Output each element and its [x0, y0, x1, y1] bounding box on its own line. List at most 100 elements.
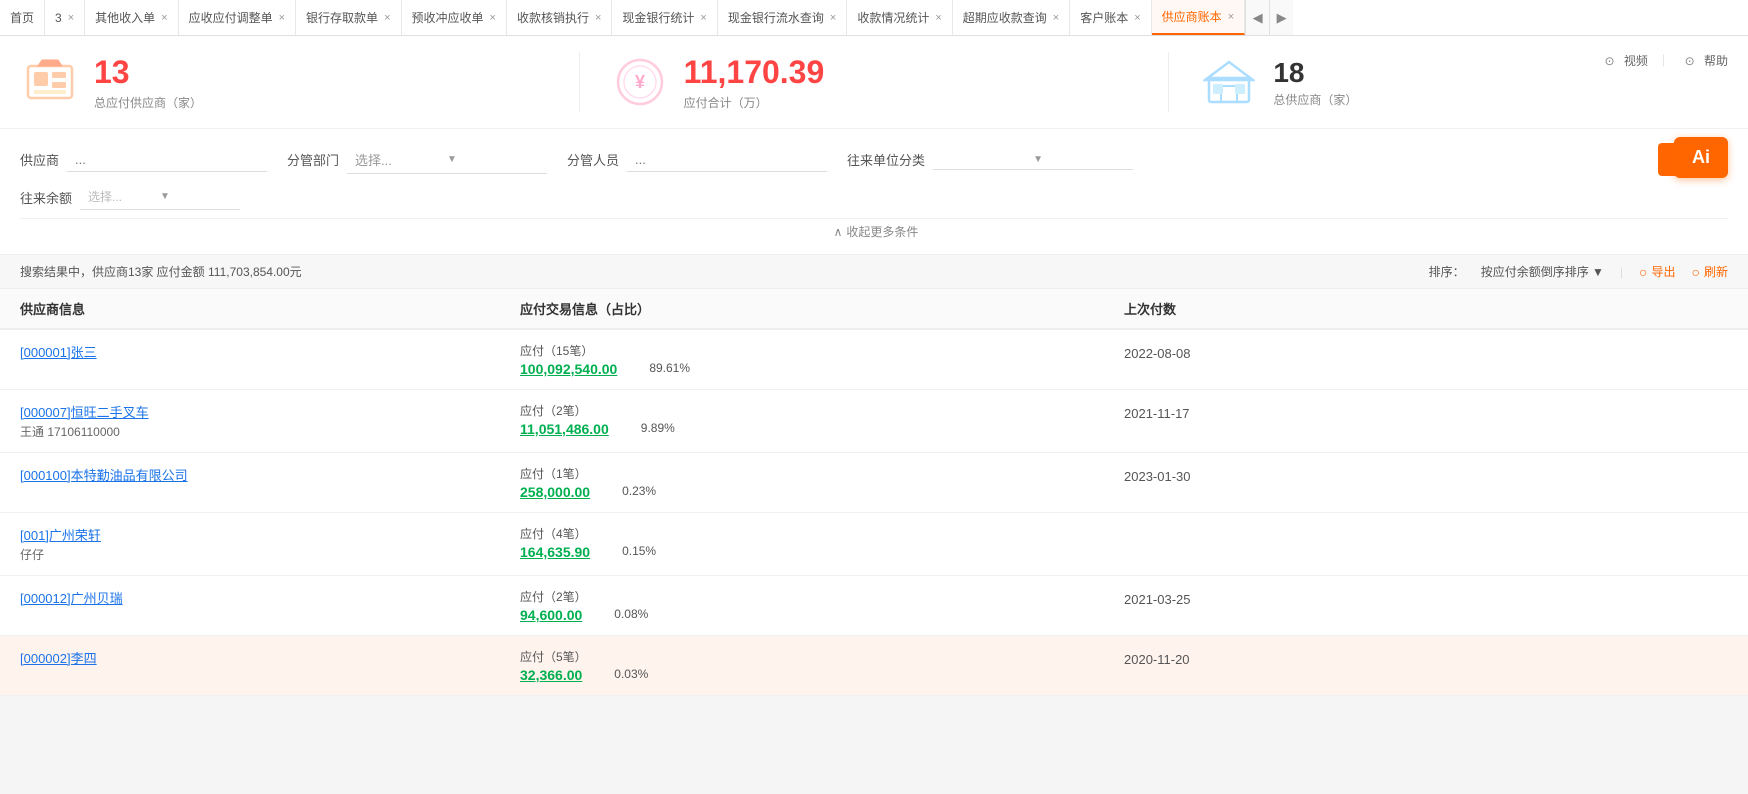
txn-amount-1[interactable]: 100,092,540.00 [520, 361, 617, 377]
amount-icon: ¥ [610, 52, 670, 112]
export-button[interactable]: ○ 导出 [1639, 263, 1675, 280]
supplier-link-3[interactable]: [000100]本特勤油品有限公司 [20, 465, 520, 484]
help-link[interactable]: 帮助 [1704, 54, 1728, 68]
nav-tab-advance-receive[interactable]: 预收冲应收单 × [402, 0, 507, 35]
collapse-label: 收起更多条件 [846, 223, 918, 240]
category-filter-select[interactable]: ▼ [933, 150, 1133, 170]
summary-value-total: 18 [1273, 56, 1357, 90]
col-header-lastpay: 上次付数 [1124, 299, 1728, 318]
nav-tab-advance-receive-close[interactable]: × [490, 12, 496, 24]
last-pay-2: 2021-11-17 [1124, 402, 1728, 421]
refresh-button[interactable]: ○ 刷新 [1692, 263, 1728, 280]
person-filter-input[interactable] [627, 148, 827, 172]
nav-tab-supplier-book[interactable]: 供应商账本 × [1152, 0, 1245, 35]
txn-percent-6: 0.03% [614, 667, 648, 681]
txn-label-1: 应付（15笔） [520, 342, 690, 359]
txn-percent-4: 0.15% [622, 544, 656, 558]
nav-tab-receipt-verify-label: 收款核销执行 [517, 9, 589, 26]
nav-tab-ar-ap-adjust-close[interactable]: × [279, 12, 285, 24]
filter-dept: 分管部门 选择... ▼ [287, 146, 547, 174]
nav-tab-3-close[interactable]: × [68, 12, 74, 24]
category-filter-label: 往来单位分类 [847, 150, 925, 169]
filter-category: 往来单位分类 ▼ [847, 150, 1133, 170]
circle-icon-2: ⊙ [1685, 54, 1695, 68]
summary-item-suppliers: 13 总应付供应商（家） [20, 52, 549, 112]
nav-prev-arrow[interactable]: ◀ [1245, 0, 1269, 36]
txn-label-5: 应付（2笔） [520, 588, 1124, 605]
nav-tab-other-income[interactable]: 其他收入单 × [85, 0, 178, 35]
txn-amount-3[interactable]: 258,000.00 [520, 484, 590, 500]
supplier-cell-3: [000100]本特勤油品有限公司 [20, 465, 520, 484]
supplier-link-2[interactable]: [000007]恒旺二手叉车 [20, 402, 520, 421]
table-area: 供应商信息 应付交易信息（占比） 上次付数 [000001]张三 应付（15笔）… [0, 289, 1748, 696]
filter-area: 供应商 分管部门 选择... ▼ 分管人员 往来单位分类 ▼ 查询 往来余额 [0, 129, 1748, 255]
nav-tab-customer-book[interactable]: 客户账本 × [1070, 0, 1151, 35]
txn-amount-2[interactable]: 11,051,486.00 [520, 421, 609, 437]
nav-tab-receipt-stat-label: 收款情况统计 [857, 9, 929, 26]
supplier-link-6[interactable]: [000002]李四 [20, 648, 520, 667]
txn-percent-2: 9.89% [641, 421, 675, 435]
balance-filter-label: 往来余额 [20, 188, 72, 207]
nav-next-arrow[interactable]: ▶ [1269, 0, 1293, 36]
supplier-cell-1: [000001]张三 [20, 342, 520, 361]
nav-tab-other-income-close[interactable]: × [161, 12, 167, 24]
nav-tab-receipt-stat-close[interactable]: × [935, 12, 941, 24]
nav-tab-3[interactable]: 3 × [45, 0, 85, 35]
nav-tab-overdue-ar-close[interactable]: × [1053, 12, 1059, 24]
collapse-arrow-icon: ∧ [834, 225, 843, 239]
supplier-cell-2: [000007]恒旺二手叉车 王通 17106110000 [20, 402, 520, 440]
txn-percent-1: 89.61% [649, 361, 690, 375]
collapse-button[interactable]: ∧ 收起更多条件 [20, 218, 1728, 244]
ai-button[interactable]: Ai [1674, 137, 1728, 178]
txn-amount-5[interactable]: 94,600.00 [520, 607, 582, 623]
summary-label-amount: 应付合计（万） [684, 94, 825, 111]
supplier-sub-2: 王通 17106110000 [20, 423, 520, 440]
video-link[interactable]: 视频 [1624, 54, 1648, 68]
nav-tab-bank-deposit-close[interactable]: × [384, 12, 390, 24]
supplier-cell-6: [000002]李四 [20, 648, 520, 667]
nav-tab-ar-ap-adjust[interactable]: 应收应付调整单 × [179, 0, 296, 35]
nav-tab-home[interactable]: 首页 [0, 0, 45, 35]
table-header: 供应商信息 应付交易信息（占比） 上次付数 [0, 289, 1748, 330]
summary-text-suppliers: 13 总应付供应商（家） [94, 53, 202, 110]
sort-button[interactable]: 按应付余额倒序排序 ▼ [1481, 263, 1604, 280]
summary-text-amount: 11,170.39 应付合计（万） [684, 53, 825, 110]
nav-tab-cash-stat[interactable]: 现金银行统计 × [612, 0, 717, 35]
last-pay-1: 2022-08-08 [1124, 342, 1728, 361]
table-row: [000001]张三 应付（15笔） 100,092,540.00 89.61%… [0, 330, 1748, 390]
nav-tab-overdue-ar-label: 超期应收款查询 [963, 9, 1047, 26]
balance-filter-select[interactable]: 选择... ▼ [80, 184, 240, 210]
supplier-link-5[interactable]: [000012]广州贝瑞 [20, 588, 520, 607]
nav-tab-receipt-verify[interactable]: 收款核销执行 × [507, 0, 612, 35]
nav-tab-supplier-book-close[interactable]: × [1228, 11, 1234, 23]
txn-label-4: 应付（4笔） [520, 525, 1124, 542]
table-body: [000001]张三 应付（15笔） 100,092,540.00 89.61%… [0, 330, 1748, 696]
nav-tab-bank-deposit[interactable]: 银行存取款单 × [296, 0, 401, 35]
txn-cell-6: 应付（5笔） 32,366.00 0.03% [520, 648, 1124, 683]
result-bar: 搜索结果中，供应商13家 应付金额 111,703,854.00元 排序： 按应… [0, 255, 1748, 289]
nav-tab-receipt-verify-close[interactable]: × [595, 12, 601, 24]
txn-label-3: 应付（1笔） [520, 465, 1124, 482]
txn-amount-4[interactable]: 164,635.90 [520, 544, 590, 560]
last-pay-4 [1124, 525, 1728, 529]
dept-filter-label: 分管部门 [287, 150, 339, 169]
supplier-link-4[interactable]: [001]广州荣轩 [20, 525, 520, 544]
nav-tab-other-income-label: 其他收入单 [95, 9, 155, 26]
nav-tab-receipt-stat[interactable]: 收款情况统计 × [847, 0, 952, 35]
divider-pipe: ｜ [1657, 54, 1669, 68]
nav-tab-cash-stat-close[interactable]: × [700, 12, 706, 24]
nav-tab-overdue-ar[interactable]: 超期应收款查询 × [953, 0, 1070, 35]
nav-tab-3-label: 3 [55, 11, 62, 25]
dept-arrow-icon: ▼ [447, 154, 539, 165]
nav-tab-cash-flow-close[interactable]: × [830, 12, 836, 24]
dept-filter-select[interactable]: 选择... ▼ [347, 146, 547, 174]
result-actions: 排序： 按应付余额倒序排序 ▼ | ○ 导出 ○ 刷新 [1429, 263, 1728, 280]
supplier-link-1[interactable]: [000001]张三 [20, 342, 520, 361]
top-right-links: ⊙ 视频 ｜ ⊙ 帮助 [1598, 52, 1728, 69]
summary-divider-1 [579, 52, 580, 112]
supplier-filter-input[interactable] [67, 148, 267, 172]
category-arrow-icon: ▼ [1033, 154, 1125, 165]
nav-tab-cash-flow[interactable]: 现金银行流水查询 × [718, 0, 847, 35]
nav-tab-customer-book-close[interactable]: × [1134, 12, 1140, 24]
txn-amount-6[interactable]: 32,366.00 [520, 667, 582, 683]
